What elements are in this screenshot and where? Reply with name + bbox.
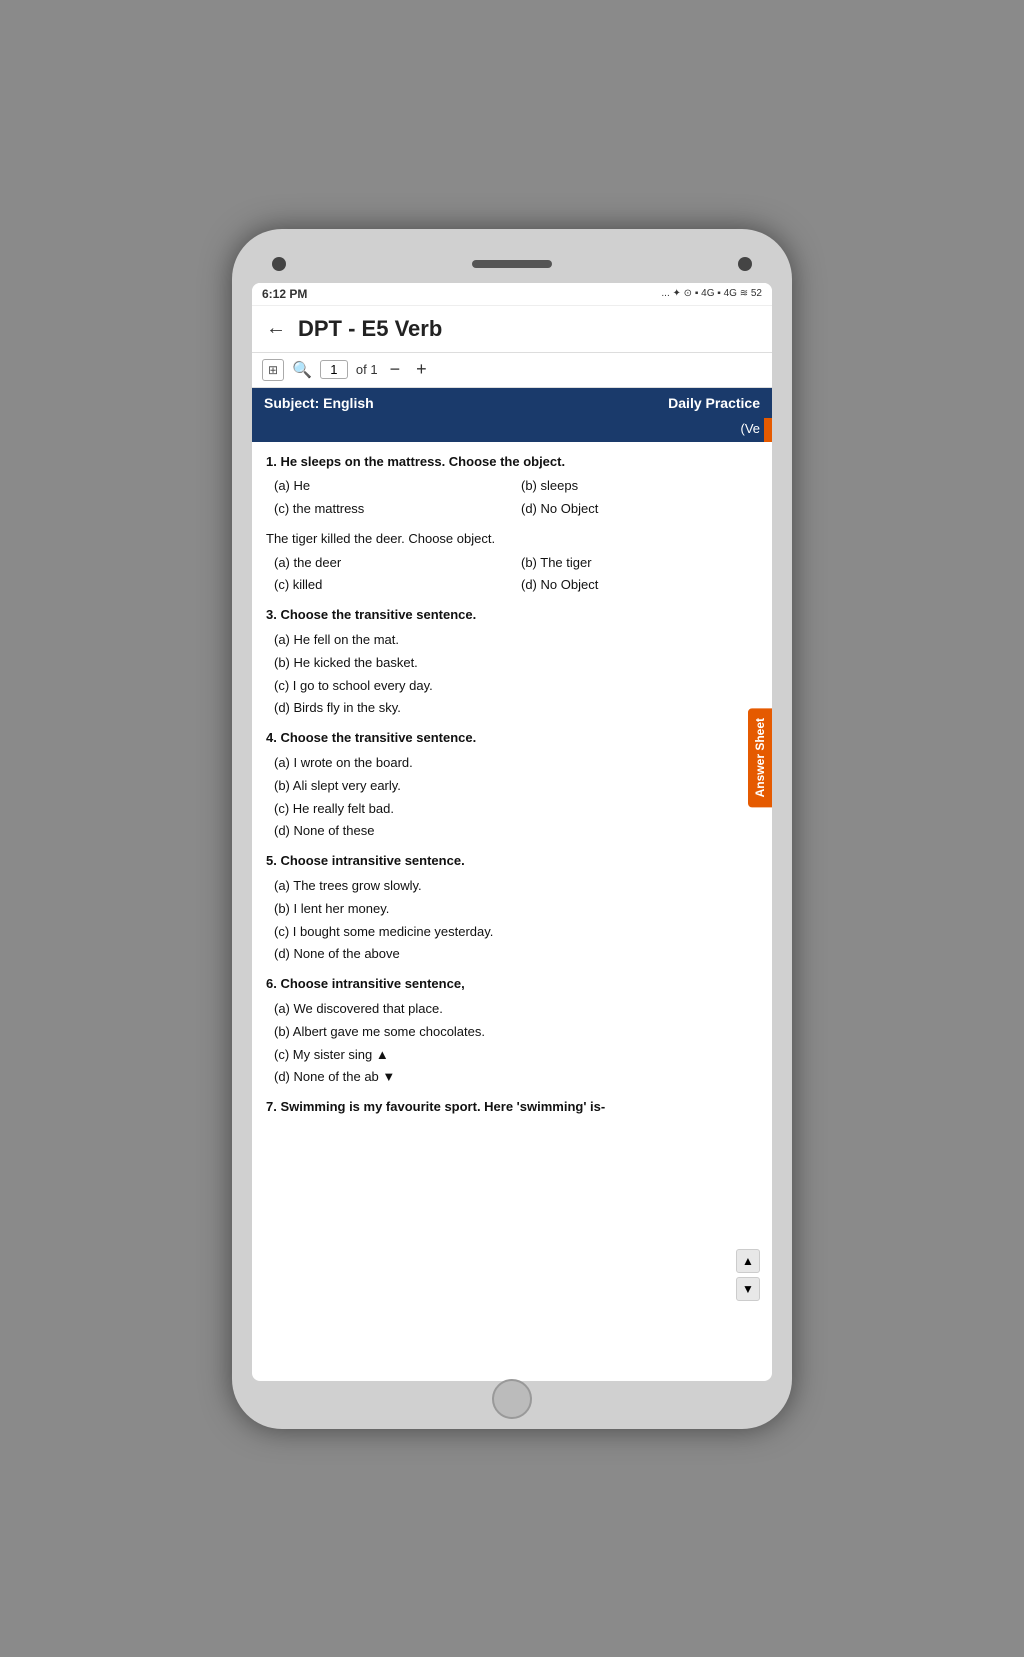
phone-top-bar	[252, 249, 772, 271]
view-icon[interactable]: ⊞	[262, 359, 284, 381]
q5-option-c: (c) I bought some medicine yesterday.	[274, 921, 758, 944]
question-6-options: (a) We discovered that place. (b) Albert…	[266, 998, 758, 1089]
question-4-text: 4. Choose the transitive sentence.	[266, 728, 758, 749]
q3-option-b: (b) He kicked the basket.	[274, 652, 758, 675]
app-header: ← DPT - E5 Verb	[252, 306, 772, 353]
toolbar: ⊞ 🔍 of 1 − +	[252, 353, 772, 388]
q3-option-d: (d) Birds fly in the sky.	[274, 697, 758, 720]
back-button[interactable]: ←	[266, 317, 286, 340]
q4-option-b: (b) Ali slept very early.	[274, 775, 758, 798]
page-total: of 1	[356, 362, 378, 377]
page-number-input[interactable]	[320, 360, 348, 379]
subject-label: Subject: English	[264, 395, 374, 411]
phone-bottom	[252, 1389, 772, 1409]
status-bar: 6:12 PM ... ✦ ⊙ ▪ 4G ▪ 4G ≋ 52	[252, 283, 772, 306]
question-3: 3. Choose the transitive sentence. (a) H…	[266, 605, 758, 720]
question-5: 5. Choose intransitive sentence. (a) The…	[266, 851, 758, 966]
home-button[interactable]	[492, 1379, 532, 1419]
zoom-minus-button[interactable]: −	[386, 359, 405, 380]
answer-sheet-tab[interactable]: Answer Sheet	[748, 708, 772, 807]
question-1-options: (a) He (b) sleeps (c) the mattress (d) N…	[266, 475, 758, 521]
question-4-options: (a) I wrote on the board. (b) Ali slept …	[266, 752, 758, 843]
nav-up-button[interactable]: ▲	[736, 1249, 760, 1273]
question-2-options: (a) the deer (b) The tiger (c) killed (d…	[266, 552, 758, 598]
q6-option-d: (d) None of the ab ▼	[274, 1066, 758, 1089]
q6-option-c: (c) My sister sing ▲	[274, 1044, 758, 1067]
question-3-text: 3. Choose the transitive sentence.	[266, 605, 758, 626]
daily-practice-label: Daily Practice	[668, 395, 760, 411]
q6-option-b: (b) Albert gave me some chocolates.	[274, 1021, 758, 1044]
q3-option-c: (c) I go to school every day.	[274, 675, 758, 698]
phone-frame: 6:12 PM ... ✦ ⊙ ▪ 4G ▪ 4G ≋ 52 ← DPT - E…	[232, 229, 792, 1429]
q1-option-d: (d) No Object	[521, 498, 758, 521]
orange-side-tab	[764, 418, 772, 442]
phone-screen: 6:12 PM ... ✦ ⊙ ▪ 4G ▪ 4G ≋ 52 ← DPT - E…	[252, 283, 772, 1381]
subject-header: Subject: English Daily Practice	[252, 388, 772, 418]
q1-option-b: (b) sleeps	[521, 475, 758, 498]
question-4: 4. Choose the transitive sentence. (a) I…	[266, 728, 758, 843]
question-5-text: 5. Choose intransitive sentence.	[266, 851, 758, 872]
question-7-text: 7. Swimming is my favourite sport. Here …	[266, 1097, 758, 1118]
question-2-text: The tiger killed the deer. Choose object…	[266, 529, 758, 550]
q4-option-d: (d) None of these	[274, 820, 758, 843]
q2-option-a: (a) the deer	[274, 552, 511, 575]
question-3-options: (a) He fell on the mat. (b) He kicked th…	[266, 629, 758, 720]
question-6: 6. Choose intransitive sentence, (a) We …	[266, 974, 758, 1089]
status-time: 6:12 PM	[262, 287, 307, 301]
page-title: DPT - E5 Verb	[298, 316, 442, 342]
q2-option-b: (b) The tiger	[521, 552, 758, 575]
questions-area: 1. He sleeps on the mattress. Choose the…	[252, 442, 772, 1137]
question-2: The tiger killed the deer. Choose object…	[266, 529, 758, 597]
question-1-text: 1. He sleeps on the mattress. Choose the…	[266, 452, 758, 473]
question-5-options: (a) The trees grow slowly. (b) I lent he…	[266, 875, 758, 966]
subtitle-bar: (Ve	[252, 418, 772, 442]
question-1: 1. He sleeps on the mattress. Choose the…	[266, 452, 758, 521]
q4-option-c: (c) He really felt bad.	[274, 798, 758, 821]
phone-speaker	[472, 260, 552, 268]
q5-option-a: (a) The trees grow slowly.	[274, 875, 758, 898]
front-camera-right	[738, 257, 752, 271]
q4-option-a: (a) I wrote on the board.	[274, 752, 758, 775]
q1-option-c: (c) the mattress	[274, 498, 511, 521]
nav-arrows: ▲ ▼	[736, 1249, 760, 1301]
q2-option-c: (c) killed	[274, 574, 511, 597]
q1-option-a: (a) He	[274, 475, 511, 498]
question-7: 7. Swimming is my favourite sport. Here …	[266, 1097, 758, 1118]
subtitle-text: (Ve	[740, 421, 760, 436]
q6-option-a: (a) We discovered that place.	[274, 998, 758, 1021]
q5-option-d: (d) None of the above	[274, 943, 758, 966]
zoom-plus-button[interactable]: +	[412, 359, 431, 380]
search-icon[interactable]: 🔍	[292, 360, 312, 380]
status-icons: ... ✦ ⊙ ▪ 4G ▪ 4G ≋ 52	[661, 288, 762, 299]
q3-option-a: (a) He fell on the mat.	[274, 629, 758, 652]
q2-option-d: (d) No Object	[521, 574, 758, 597]
q5-option-b: (b) I lent her money.	[274, 898, 758, 921]
question-6-text: 6. Choose intransitive sentence,	[266, 974, 758, 995]
front-camera-left	[272, 257, 286, 271]
nav-down-button[interactable]: ▼	[736, 1277, 760, 1301]
content-area: Subject: English Daily Practice (Ve Answ…	[252, 388, 772, 1381]
